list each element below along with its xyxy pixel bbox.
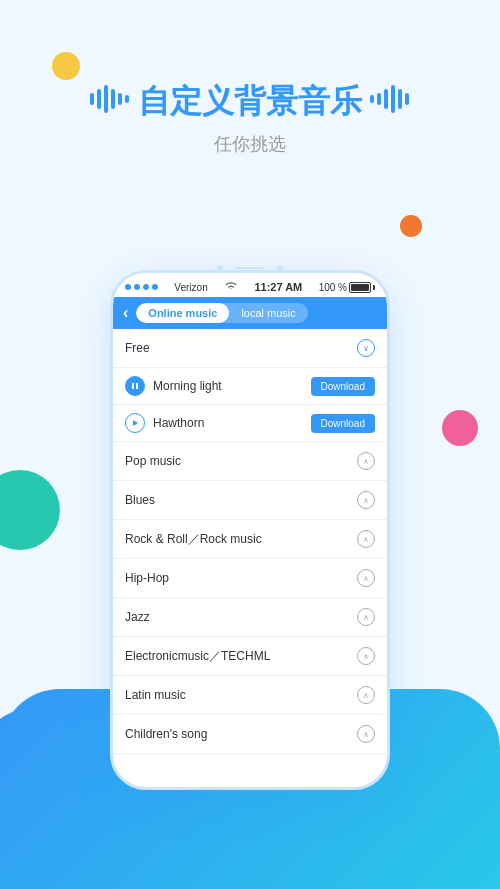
category-label: Jazz [125,610,150,624]
carrier-text: Verizon [174,282,207,293]
app-nav: ‹ Online music local music [113,297,387,329]
signal-dot [125,284,131,290]
svg-rect-11 [405,93,409,105]
play-pause-button[interactable] [125,376,145,396]
svg-rect-5 [125,95,129,103]
category-rock[interactable]: Rock & Roll／Rock music ∧ [113,520,387,559]
signal-dot [152,284,158,290]
category-expand-icon: ∧ [357,491,375,509]
category-latin[interactable]: Latin music ∧ [113,676,387,715]
svg-marker-14 [133,420,138,426]
title-text: 自定义背景音乐 [138,80,362,124]
category-label: Children's song [125,727,207,741]
connector-dot [217,265,223,271]
status-bar: Verizon 11:27 AM 100 % [113,273,387,297]
category-label: Hip-Hop [125,571,169,585]
svg-rect-1 [97,89,101,109]
svg-rect-10 [398,89,402,109]
svg-rect-0 [90,93,94,105]
free-label: Free [125,341,150,355]
category-label: Blues [125,493,155,507]
category-expand-icon: ∧ [357,569,375,587]
song-info: Hawthorn [125,413,204,433]
category-expand-icon: ∧ [357,686,375,704]
song-info: Morning light [125,376,222,396]
category-blues[interactable]: Blues ∧ [113,481,387,520]
bg-decoration-orange [400,215,422,237]
category-expand-icon: ∧ [357,530,375,548]
bg-decoration-teal [0,470,60,550]
wave-right-icon [370,85,410,120]
page-title: 自定义背景音乐 [0,80,500,124]
play-button-hawthorn[interactable] [125,413,145,433]
category-expand-icon: ∧ [357,647,375,665]
connector-dot [277,265,283,271]
svg-rect-12 [132,383,134,389]
song-name: Morning light [153,379,222,393]
svg-rect-3 [111,89,115,109]
svg-rect-6 [370,95,374,103]
wave-left-icon [90,85,130,120]
free-expand-icon: ∨ [357,339,375,357]
bg-decoration-yellow [52,52,80,80]
category-label: Electronicmusic／TECHML [125,648,270,665]
category-children[interactable]: Children's song ∧ [113,715,387,754]
battery-fill [351,284,369,291]
nav-tabs: Online music local music [136,303,307,323]
song-name: Hawthorn [153,416,204,430]
song-item-morning-light[interactable]: Morning light Download [113,368,387,405]
category-label: Pop music [125,454,181,468]
category-expand-icon: ∧ [357,608,375,626]
svg-rect-13 [136,383,138,389]
phone-mockup: Verizon 11:27 AM 100 % ‹ Online music lo… [110,270,390,790]
tab-online[interactable]: Online music [136,303,229,323]
battery-percent: 100 % [319,282,347,293]
connector-line [235,267,265,269]
category-pop-music[interactable]: Pop music ∧ [113,442,387,481]
phone-connector [217,265,283,271]
category-label: Rock & Roll／Rock music [125,531,262,548]
signal-dot [134,284,140,290]
svg-rect-8 [384,89,388,109]
tab-local[interactable]: local music [229,303,307,323]
time-display: 11:27 AM [254,281,302,293]
svg-rect-4 [118,93,122,105]
category-expand-icon: ∧ [357,452,375,470]
signal-dots [125,284,158,290]
category-expand-icon: ∧ [357,725,375,743]
back-button[interactable]: ‹ [123,304,128,322]
svg-rect-9 [391,85,395,113]
download-button-hawthorn[interactable]: Download [311,414,375,433]
svg-rect-2 [104,85,108,113]
battery-bar [349,282,371,293]
header-section: 自定义背景音乐 任你挑选 [0,80,500,156]
battery-indicator: 100 % [319,282,375,293]
wifi-icon [224,281,238,293]
header-subtitle: 任你挑选 [0,132,500,156]
category-jazz[interactable]: Jazz ∧ [113,598,387,637]
category-hiphop[interactable]: Hip-Hop ∧ [113,559,387,598]
signal-dot [143,284,149,290]
battery-tip [373,285,375,290]
category-label: Latin music [125,688,186,702]
music-list: Free ∨ Morning light Download [113,329,387,754]
svg-rect-7 [377,93,381,105]
download-button-morning[interactable]: Download [311,377,375,396]
category-electronic[interactable]: Electronicmusic／TECHML ∧ [113,637,387,676]
category-free[interactable]: Free ∨ [113,329,387,368]
bg-decoration-pink [442,410,478,446]
song-item-hawthorn[interactable]: Hawthorn Download [113,405,387,442]
